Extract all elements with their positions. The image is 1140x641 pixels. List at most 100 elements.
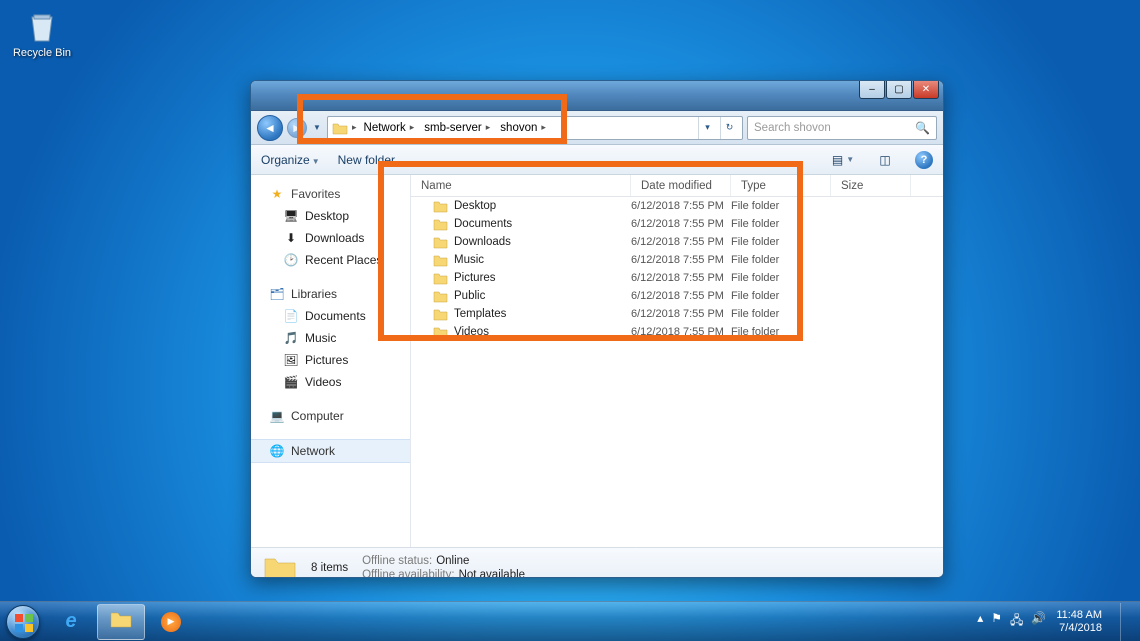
file-name: Downloads	[454, 236, 511, 248]
clock-date: 7/4/2018	[1056, 622, 1102, 635]
file-row[interactable]: Downloads 6/12/2018 7:55 PMFile folder	[411, 233, 943, 251]
network-tray-icon[interactable]: 🖧	[1010, 611, 1023, 632]
organize-menu[interactable]: Organize▼	[261, 153, 320, 167]
breadcrumb-segment[interactable]: Network▸	[361, 122, 418, 134]
search-input[interactable]: Search shovon 🔍	[747, 116, 937, 140]
libraries-icon: 🗂	[269, 286, 285, 302]
folder-icon	[433, 326, 448, 339]
ie-icon: e	[65, 610, 76, 633]
file-row[interactable]: Videos6/12/2018 7:55 PMFile folder	[411, 323, 943, 341]
column-header-name[interactable]: Name	[411, 175, 631, 196]
nav-forward-button[interactable]: ►	[287, 118, 307, 138]
sidebar-libraries-header[interactable]: 🗂Libraries	[251, 283, 410, 305]
folder-icon	[433, 272, 448, 285]
volume-icon[interactable]: 🔊	[1031, 611, 1046, 632]
file-date: 6/12/2018 7:55 PM	[631, 308, 731, 320]
chevron-right-icon: ▸	[541, 122, 546, 133]
sidebar-favorites-header[interactable]: ★Favorites	[251, 183, 410, 205]
chevron-right-icon: ▸	[486, 122, 491, 133]
taskbar: e ▶ ▴ ⚑ 🖧 🔊 11:48 AM 7/4/2018	[0, 601, 1140, 641]
file-name: Desktop	[454, 200, 496, 212]
explorer-window: – ▢ ✕ ◄ ► ▼ ▸ Network▸ smb-server ▸ shovo…	[250, 80, 944, 578]
file-type: File folder	[731, 236, 831, 248]
view-options-button[interactable]: ▤▼	[831, 149, 855, 171]
maximize-button[interactable]: ▢	[886, 81, 912, 99]
videos-icon: 🎬	[283, 374, 299, 390]
desktop-icon-recycle-bin[interactable]: Recycle Bin	[12, 5, 72, 59]
file-row[interactable]: Pictures6/12/2018 7:55 PMFile folder	[411, 269, 943, 287]
nav-back-button[interactable]: ◄	[257, 115, 283, 141]
taskbar-media-player-button[interactable]: ▶	[147, 604, 195, 640]
close-button[interactable]: ✕	[913, 81, 939, 99]
folder-icon	[433, 236, 448, 249]
breadcrumb-segment[interactable]: smb-server ▸	[421, 122, 493, 134]
preview-pane-button[interactable]: ◫	[873, 149, 897, 171]
taskbar-explorer-button[interactable]	[97, 604, 145, 640]
file-row[interactable]: Templates6/12/2018 7:55 PMFile folder	[411, 305, 943, 323]
status-offline-avail-label: Offline availability:	[362, 569, 454, 579]
column-header-type[interactable]: Type	[731, 175, 831, 196]
refresh-button[interactable]: ↻	[720, 117, 738, 139]
file-date: 6/12/2018 7:55 PM	[631, 326, 731, 338]
folder-icon	[433, 218, 448, 231]
sidebar-computer[interactable]: 💻Computer	[251, 405, 410, 427]
sidebar-item-downloads[interactable]: ⬇Downloads	[251, 227, 410, 249]
help-button[interactable]: ?	[915, 151, 933, 169]
folder-icon	[110, 610, 132, 633]
chevron-right-icon: ▸	[410, 122, 415, 133]
clock-time: 11:48 AM	[1056, 609, 1102, 622]
nav-history-dropdown[interactable]: ▼	[311, 118, 323, 138]
taskbar-ie-button[interactable]: e	[47, 604, 95, 640]
file-type: File folder	[731, 308, 831, 320]
network-icon: 🌐	[269, 443, 285, 459]
file-date: 6/12/2018 7:55 PM	[631, 218, 731, 230]
file-type: File folder	[731, 200, 831, 212]
file-date: 6/12/2018 7:55 PM	[631, 200, 731, 212]
folder-icon	[433, 254, 448, 267]
breadcrumb-segment[interactable]: shovon▸	[497, 122, 549, 134]
search-icon: 🔍	[915, 121, 930, 135]
desktop-icon: 🖥	[283, 208, 299, 224]
tray-expand-icon[interactable]: ▴	[977, 611, 983, 632]
minimize-button[interactable]: –	[859, 81, 885, 99]
file-date: 6/12/2018 7:55 PM	[631, 272, 731, 284]
sidebar-item-videos[interactable]: 🎬Videos	[251, 371, 410, 393]
file-row[interactable]: Desktop 6/12/2018 7:55 PMFile folder	[411, 197, 943, 215]
sidebar-item-music[interactable]: 🎵Music	[251, 327, 410, 349]
file-type: File folder	[731, 254, 831, 266]
file-name: Music	[454, 254, 484, 266]
sidebar-item-desktop[interactable]: 🖥Desktop	[251, 205, 410, 227]
taskbar-clock[interactable]: 11:48 AM 7/4/2018	[1056, 609, 1102, 634]
file-row[interactable]: Documents6/12/2018 7:55 PMFile folder	[411, 215, 943, 233]
sidebar-item-documents[interactable]: 📄Documents	[251, 305, 410, 327]
file-pane: Name Date modified Type Size Desktop 6/12…	[411, 175, 943, 547]
file-name: Videos	[454, 326, 489, 338]
folder-icon	[433, 200, 448, 213]
show-desktop-button[interactable]	[1120, 603, 1130, 641]
file-date: 6/12/2018 7:55 PM	[631, 290, 731, 302]
column-header-date[interactable]: Date modified	[631, 175, 731, 196]
folder-icon	[433, 290, 448, 303]
downloads-icon: ⬇	[283, 230, 299, 246]
column-headers: Name Date modified Type Size	[411, 175, 943, 197]
file-date: 6/12/2018 7:55 PM	[631, 236, 731, 248]
column-header-size[interactable]: Size	[831, 175, 911, 196]
address-bar[interactable]: ▸ Network▸ smb-server ▸ shovon▸ ▾ ↻	[327, 116, 743, 140]
titlebar[interactable]: – ▢ ✕	[251, 81, 943, 111]
sidebar-network[interactable]: 🌐Network	[251, 439, 410, 463]
address-dropdown-button[interactable]: ▾	[698, 117, 716, 139]
folder-icon	[263, 553, 297, 579]
new-folder-button[interactable]: New folder	[338, 153, 395, 167]
status-offline-status-value: Online	[436, 555, 469, 567]
recent-icon: 🕑	[283, 252, 299, 268]
sidebar-item-pictures[interactable]: 🖼Pictures	[251, 349, 410, 371]
nav-row: ◄ ► ▼ ▸ Network▸ smb-server ▸ shovon▸ ▾ ↻…	[251, 111, 943, 145]
file-row[interactable]: Music6/12/2018 7:55 PMFile folder	[411, 251, 943, 269]
sidebar-item-recent-places[interactable]: 🕑Recent Places	[251, 249, 410, 271]
action-center-icon[interactable]: ⚑	[991, 611, 1002, 632]
start-button[interactable]	[0, 602, 45, 641]
file-row[interactable]: Public6/12/2018 7:55 PMFile folder	[411, 287, 943, 305]
folder-icon	[433, 308, 448, 321]
breadcrumb-label: smb-server	[424, 122, 482, 134]
documents-icon: 📄	[283, 308, 299, 324]
